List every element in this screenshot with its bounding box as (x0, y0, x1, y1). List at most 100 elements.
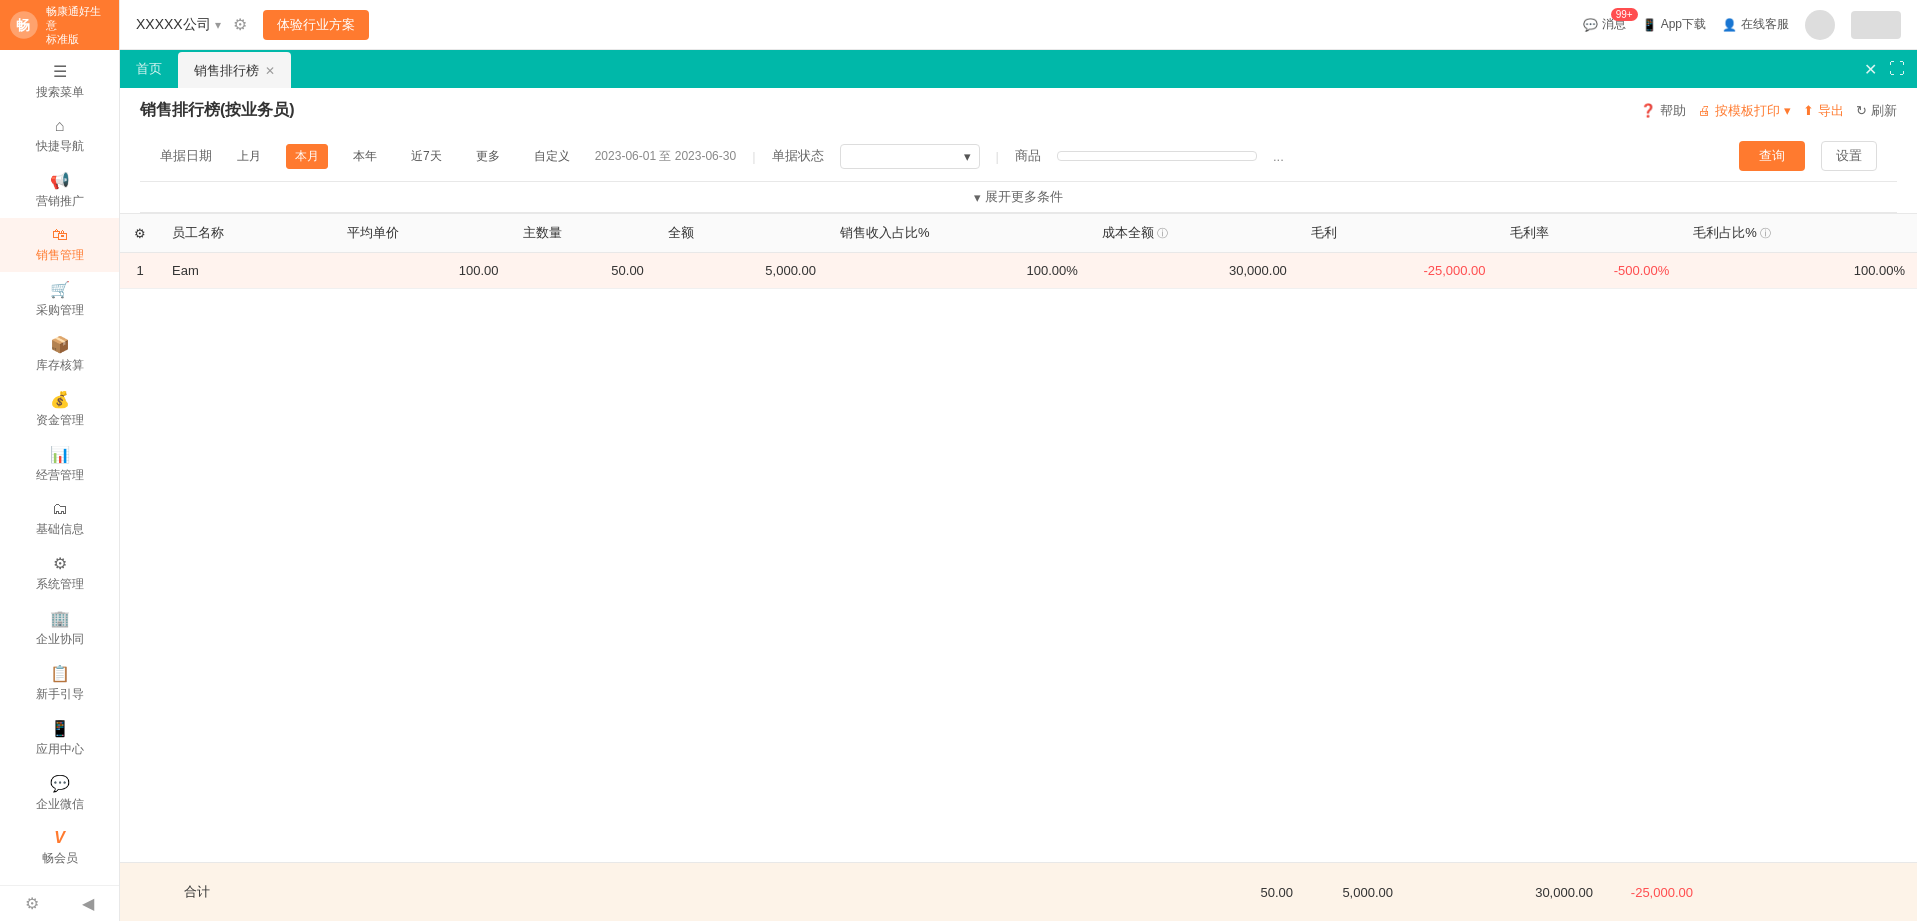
date-preset-more[interactable]: 更多 (467, 144, 509, 169)
sidebar-settings-btn[interactable]: ⚙ (25, 894, 39, 913)
col-settings[interactable]: ⚙ (120, 214, 160, 253)
template-print-btn[interactable]: 🖨 按模板打印 ▾ (1698, 102, 1791, 120)
footer-qty: 50.00 (1225, 873, 1305, 911)
content-area: 销售排行榜(按业务员) ❓ 帮助 🖨 按模板打印 ▾ ⬆ 导出 (120, 88, 1917, 921)
sidebar-item-marketing[interactable]: 📢 营销推广 (0, 163, 119, 218)
sidebar-nav: ☰ 搜索菜单 ⌂ 快捷导航 📢 营销推广 🛍 销售管理 🛒 采购管理 📦 库存核… (0, 50, 119, 885)
filter-separator-1: | (752, 149, 755, 164)
filter-ellipsis[interactable]: ... (1273, 149, 1284, 164)
user-name-area[interactable] (1851, 11, 1901, 39)
refresh-btn[interactable]: ↻ 刷新 (1856, 102, 1897, 120)
query-button[interactable]: 查询 (1739, 141, 1805, 171)
footer-amount: 5,000.00 (1305, 873, 1405, 911)
sidebar-item-vip[interactable]: V 畅会员 (0, 821, 119, 875)
sidebar-item-quick-nav[interactable]: ⌂ 快捷导航 (0, 109, 119, 163)
sidebar-item-guide[interactable]: 📋 新手引导 (0, 656, 119, 711)
online-service-btn[interactable]: 👤 在线客服 (1722, 16, 1789, 33)
footer-label: 合计 (172, 873, 1145, 911)
sidebar-item-wechat[interactable]: 💬 企业微信 (0, 766, 119, 821)
user-avatar[interactable] (1805, 10, 1835, 40)
col-gross-pct: 毛利占比% ⓘ (1681, 214, 1917, 253)
cell-qty: 50.00 (511, 253, 656, 289)
cell-gross-rate: -500.00% (1498, 253, 1682, 289)
marketing-icon: 📢 (50, 171, 70, 190)
footer-empty-rank (132, 873, 172, 911)
topbar-settings-icon[interactable]: ⚙ (233, 15, 247, 34)
footer-total: 合计 50.00 5,000.00 30,000.00 -25,000.00 (120, 862, 1917, 921)
app-download-icon: 📱 (1642, 18, 1657, 32)
col-gross-profit: 毛利 (1299, 214, 1498, 253)
gross-pct-help-icon[interactable]: ⓘ (1760, 227, 1771, 239)
expand-more-btn[interactable]: ▾ 展开更多条件 (974, 188, 1063, 206)
message-badge: 99+ (1611, 8, 1638, 21)
sidebar-item-inventory[interactable]: 📦 库存核算 (0, 327, 119, 382)
purchase-icon: 🛒 (50, 280, 70, 299)
sales-icon: 🛍 (52, 226, 68, 244)
logo: 畅 畅康通好生意 标准版 (0, 0, 119, 50)
trial-btn[interactable]: 体验行业方案 (263, 10, 369, 40)
sidebar-item-system[interactable]: ⚙ 系统管理 (0, 546, 119, 601)
sidebar-collapse-btn[interactable]: ◀ (82, 894, 94, 913)
company-name: XXXXX公司 (136, 16, 211, 34)
app-download-btn[interactable]: 📱 App下载 (1642, 16, 1706, 33)
search-order-icon: ☰ (53, 62, 67, 81)
cost-help-icon[interactable]: ⓘ (1157, 227, 1168, 239)
cell-rank: 1 (120, 253, 160, 289)
sidebar-item-app-center[interactable]: 📱 应用中心 (0, 711, 119, 766)
sidebar-item-enterprise[interactable]: 🏢 企业协同 (0, 601, 119, 656)
page-title: 销售排行榜(按业务员) (140, 100, 295, 121)
page-actions: ❓ 帮助 🖨 按模板打印 ▾ ⬆ 导出 ↻ 刷新 (1640, 102, 1897, 120)
sidebar-item-purchase[interactable]: 🛒 采购管理 (0, 272, 119, 327)
status-filter-label: 单据状态 (772, 147, 824, 165)
wechat-icon: 💬 (50, 774, 70, 793)
footer-empty-gross-pct (1805, 873, 1905, 911)
tabbar-actions: ✕ ⛶ (1864, 60, 1917, 79)
sidebar-bottom: ⚙ ◀ (0, 885, 119, 921)
topbar: XXXXX公司 ▾ ⚙ 体验行业方案 💬 消息 99+ 📱 App下载 👤 在线… (120, 0, 1917, 50)
footer-empty-rate (1705, 873, 1805, 911)
date-preset-this-month[interactable]: 本月 (286, 144, 328, 169)
main-content: XXXXX公司 ▾ ⚙ 体验行业方案 💬 消息 99+ 📱 App下载 👤 在线… (120, 0, 1917, 921)
goods-filter-input[interactable] (1057, 151, 1257, 161)
tab-close-all-icon[interactable]: ✕ (1864, 60, 1877, 79)
sidebar-item-search-order[interactable]: ☰ 搜索菜单 (0, 54, 119, 109)
sidebar-item-operations[interactable]: 📊 经营管理 (0, 437, 119, 492)
print-chevron-icon: ▾ (1784, 103, 1791, 118)
svg-text:畅: 畅 (16, 17, 30, 33)
print-icon: 🖨 (1698, 103, 1711, 118)
table-header-row: ⚙ 员工名称 平均单价 主数量 全额 销售收入占比% 成本全额 ⓘ 毛利 毛利率… (120, 214, 1917, 253)
tab-close-icon[interactable]: ✕ (265, 64, 275, 78)
help-icon: ❓ (1640, 103, 1656, 118)
tab-maximize-icon[interactable]: ⛶ (1889, 60, 1905, 78)
date-preset-custom[interactable]: 自定义 (525, 144, 579, 169)
service-icon: 👤 (1722, 18, 1737, 32)
help-btn[interactable]: ❓ 帮助 (1640, 102, 1686, 120)
tab-home[interactable]: 首页 (120, 50, 178, 88)
cell-gross-profit: -25,000.00 (1299, 253, 1498, 289)
system-icon: ⚙ (53, 554, 67, 573)
filter-more-row: ▾ 展开更多条件 (140, 182, 1897, 213)
status-filter-select[interactable]: ▾ (840, 144, 980, 169)
cell-gross-pct: 100.00% (1681, 253, 1917, 289)
tab-sales-rank[interactable]: 销售排行榜 ✕ (178, 52, 291, 90)
logo-icon: 畅 (8, 9, 40, 41)
sidebar-item-basic-info[interactable]: 🗂 基础信息 (0, 492, 119, 546)
col-cost: 成本全额 ⓘ (1090, 214, 1299, 253)
goods-filter-label: 商品 (1015, 147, 1041, 165)
date-filter-label: 单据日期 (160, 147, 212, 165)
settings-button[interactable]: 设置 (1821, 141, 1877, 171)
company-selector[interactable]: XXXXX公司 ▾ (136, 16, 221, 34)
date-preset-this-year[interactable]: 本年 (344, 144, 386, 169)
date-preset-last-7-days[interactable]: 近7天 (402, 144, 451, 169)
filter-row: 单据日期 上月 本月 本年 近7天 更多 自定义 2023-06-01 至 20… (140, 131, 1897, 182)
enterprise-icon: 🏢 (50, 609, 70, 628)
sidebar-item-sales[interactable]: 🛍 销售管理 (0, 218, 119, 272)
export-btn[interactable]: ⬆ 导出 (1803, 102, 1844, 120)
date-preset-last-month[interactable]: 上月 (228, 144, 270, 169)
message-btn[interactable]: 💬 消息 99+ (1583, 16, 1626, 33)
sidebar-item-finance[interactable]: 💰 资金管理 (0, 382, 119, 437)
col-avg-price: 平均单价 (335, 214, 510, 253)
finance-icon: 💰 (50, 390, 70, 409)
filter-separator-2: | (996, 149, 999, 164)
cell-employee: Eam (160, 253, 335, 289)
